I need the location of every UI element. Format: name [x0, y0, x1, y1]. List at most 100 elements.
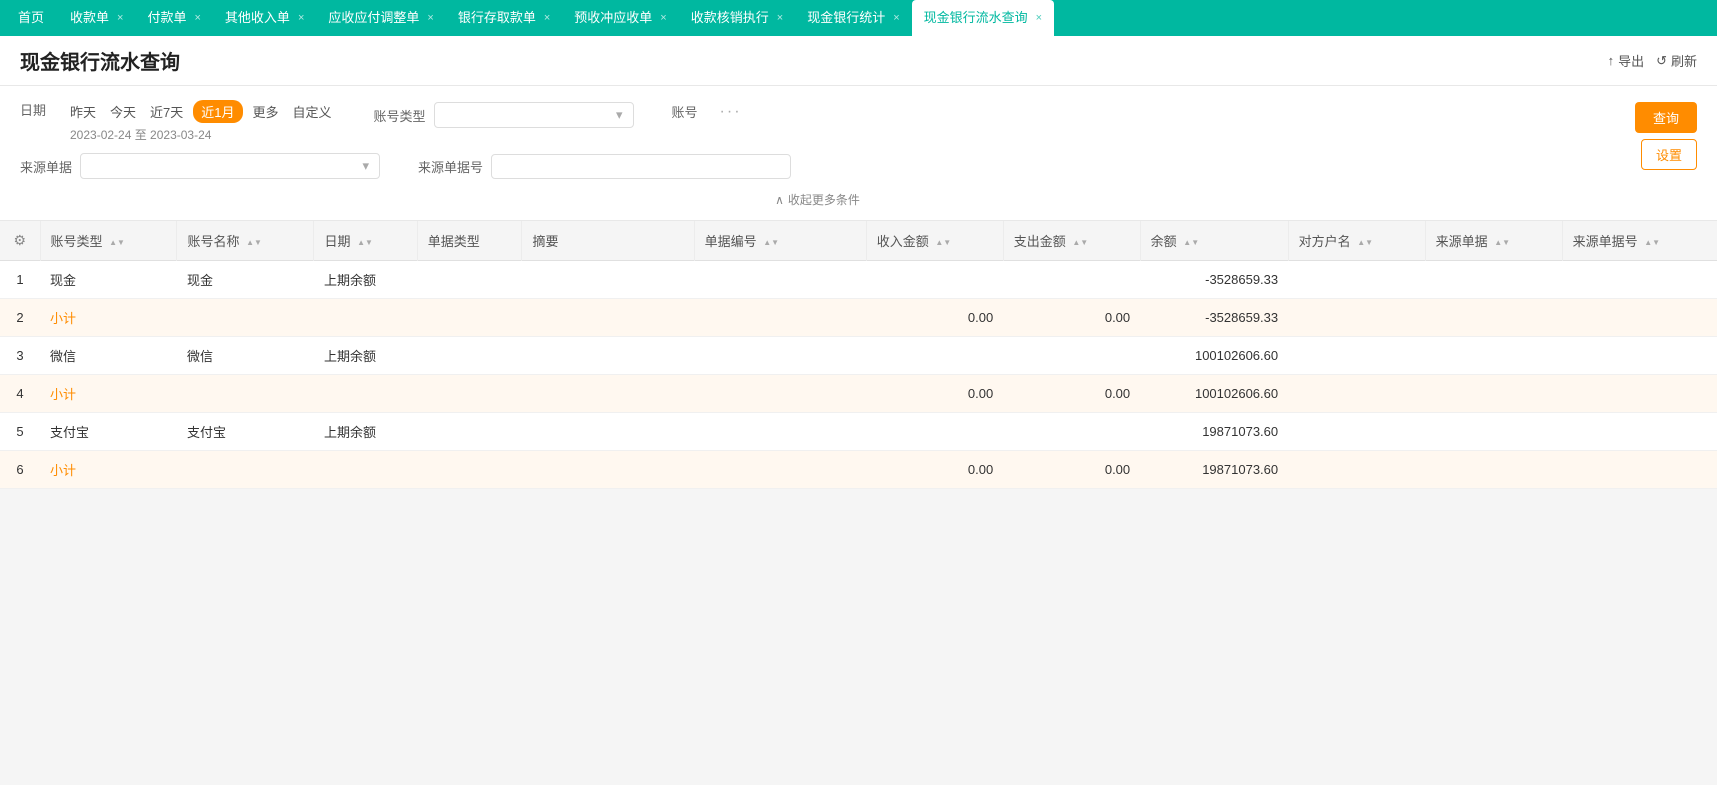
row-summary — [522, 337, 694, 375]
close-icon[interactable]: × — [1036, 0, 1042, 36]
sort-icon[interactable]: ▲▼ — [1644, 239, 1660, 247]
settings-button[interactable]: 设置 — [1641, 139, 1697, 170]
date-custom[interactable]: 自定义 — [289, 100, 336, 123]
table-row: 6小计0.000.0019871073.60 — [0, 451, 1717, 489]
row-balance: 100102606.60 — [1140, 375, 1288, 413]
export-icon: ↑ — [1608, 53, 1615, 68]
gear-icon[interactable]: ⚙ — [13, 232, 26, 248]
nav-item-payments[interactable]: 付款单 × — [135, 0, 212, 36]
sort-icon[interactable]: ▲▼ — [935, 239, 951, 247]
row-source-doc-no — [1562, 451, 1717, 489]
table-row: 4小计0.000.00100102606.60 — [0, 375, 1717, 413]
col-summary: 摘要 — [522, 221, 694, 261]
source-doc-no-label: 来源单据号 — [418, 157, 483, 176]
row-account-type: 现金 — [40, 261, 177, 299]
row-source-doc — [1425, 299, 1562, 337]
account-label: 账号 — [672, 102, 712, 121]
sort-icon[interactable]: ▲▼ — [109, 239, 125, 247]
row-account-type: 小计 — [40, 299, 177, 337]
source-doc-no-input[interactable] — [491, 154, 791, 179]
row-date — [314, 299, 417, 337]
date-yesterday[interactable]: 昨天 — [66, 100, 100, 123]
row-doc-type — [417, 261, 522, 299]
nav-item-cash-stats[interactable]: 现金银行统计 × — [795, 0, 911, 36]
collapse-button[interactable]: ∧ 收起更多条件 — [20, 189, 1615, 210]
sort-icon[interactable]: ▲▼ — [246, 239, 262, 247]
top-nav: 首页 收款单 × 付款单 × 其他收入单 × 应收应付调整单 × 银行存取款单 … — [0, 0, 1717, 36]
table-row: 3微信微信上期余额100102606.60 — [0, 337, 1717, 375]
row-expense — [1003, 337, 1140, 375]
sort-icon[interactable]: ▲▼ — [1357, 239, 1373, 247]
table-container: ⚙ 账号类型 ▲▼ 账号名称 ▲▼ 日期 ▲▼ 单据类型 摘 — [0, 221, 1717, 489]
close-icon[interactable]: × — [660, 0, 666, 36]
nav-item-bank-deposits[interactable]: 银行存取款单 × — [446, 0, 562, 36]
refresh-icon: ↺ — [1656, 53, 1667, 69]
row-date: 上期余额 — [314, 413, 417, 451]
date-more[interactable]: 更多 — [249, 100, 283, 123]
close-icon[interactable]: × — [427, 0, 433, 36]
row-expense: 0.00 — [1003, 299, 1140, 337]
date-1month[interactable]: 近1月 — [193, 100, 242, 123]
sort-icon[interactable]: ▲▼ — [357, 239, 373, 247]
row-seq: 5 — [0, 413, 40, 451]
col-settings[interactable]: ⚙ — [0, 221, 40, 261]
nav-item-receipts-exec[interactable]: 收款核销执行 × — [679, 0, 795, 36]
sort-icon[interactable]: ▲▼ — [1183, 239, 1199, 247]
row-seq: 3 — [0, 337, 40, 375]
row-account-name: 现金 — [177, 261, 314, 299]
close-icon[interactable]: × — [893, 0, 899, 36]
row-income — [866, 413, 1003, 451]
row-seq: 4 — [0, 375, 40, 413]
sort-icon[interactable]: ▲▼ — [1494, 239, 1510, 247]
filter-area: 日期 昨天 今天 近7天 近1月 更多 自定义 2023-02-24 至 202… — [0, 86, 1717, 221]
row-income: 0.00 — [866, 375, 1003, 413]
close-icon[interactable]: × — [544, 0, 550, 36]
nav-item-receipts[interactable]: 收款单 × — [58, 0, 135, 36]
query-button[interactable]: 查询 — [1635, 102, 1697, 133]
col-date: 日期 ▲▼ — [314, 221, 417, 261]
source-doc-select[interactable]: ▾ — [80, 153, 380, 179]
col-counterparty: 对方户名 ▲▼ — [1288, 221, 1425, 261]
row-expense: 0.00 — [1003, 451, 1140, 489]
row-expense: 0.00 — [1003, 375, 1140, 413]
row-account-name — [177, 375, 314, 413]
header-actions: ↑ 导出 ↺ 刷新 — [1608, 51, 1697, 70]
sort-icon[interactable]: ▲▼ — [1072, 239, 1088, 247]
close-icon[interactable]: × — [194, 0, 200, 36]
row-balance: 19871073.60 — [1140, 413, 1288, 451]
refresh-button[interactable]: ↺ 刷新 — [1656, 51, 1697, 70]
nav-item-prepayment[interactable]: 预收冲应收单 × — [562, 0, 678, 36]
row-account-name — [177, 451, 314, 489]
export-button[interactable]: ↑ 导出 — [1608, 51, 1645, 70]
row-income — [866, 337, 1003, 375]
nav-home[interactable]: 首页 — [4, 0, 58, 36]
row-counterparty — [1288, 337, 1425, 375]
row-balance: -3528659.33 — [1140, 261, 1288, 299]
date-today[interactable]: 今天 — [106, 100, 140, 123]
row-account-name: 支付宝 — [177, 413, 314, 451]
date-7days[interactable]: 近7天 — [146, 100, 187, 123]
row-source-doc-no — [1562, 413, 1717, 451]
row-source-doc — [1425, 451, 1562, 489]
sort-icon[interactable]: ▲▼ — [763, 239, 779, 247]
close-icon[interactable]: × — [117, 0, 123, 36]
close-icon[interactable]: × — [298, 0, 304, 36]
nav-item-adjustments[interactable]: 应收应付调整单 × — [316, 0, 445, 36]
row-income: 0.00 — [866, 451, 1003, 489]
row-counterparty — [1288, 413, 1425, 451]
row-source-doc — [1425, 375, 1562, 413]
close-icon[interactable]: × — [777, 0, 783, 36]
chevron-down-icon: ▾ — [616, 107, 623, 123]
nav-item-other-income[interactable]: 其他收入单 × — [213, 0, 316, 36]
table-row: 1现金现金上期余额-3528659.33 — [0, 261, 1717, 299]
account-type-select[interactable]: ▾ — [434, 102, 634, 128]
row-seq: 2 — [0, 299, 40, 337]
account-dots[interactable]: ··· — [720, 103, 742, 121]
row-source-doc-no — [1562, 299, 1717, 337]
row-balance: 19871073.60 — [1140, 451, 1288, 489]
row-balance: -3528659.33 — [1140, 299, 1288, 337]
collapse-icon: ∧ — [775, 193, 784, 207]
nav-item-cash-flow-query[interactable]: 现金银行流水查询 × — [912, 0, 1054, 36]
row-doc-type — [417, 451, 522, 489]
row-income — [866, 261, 1003, 299]
